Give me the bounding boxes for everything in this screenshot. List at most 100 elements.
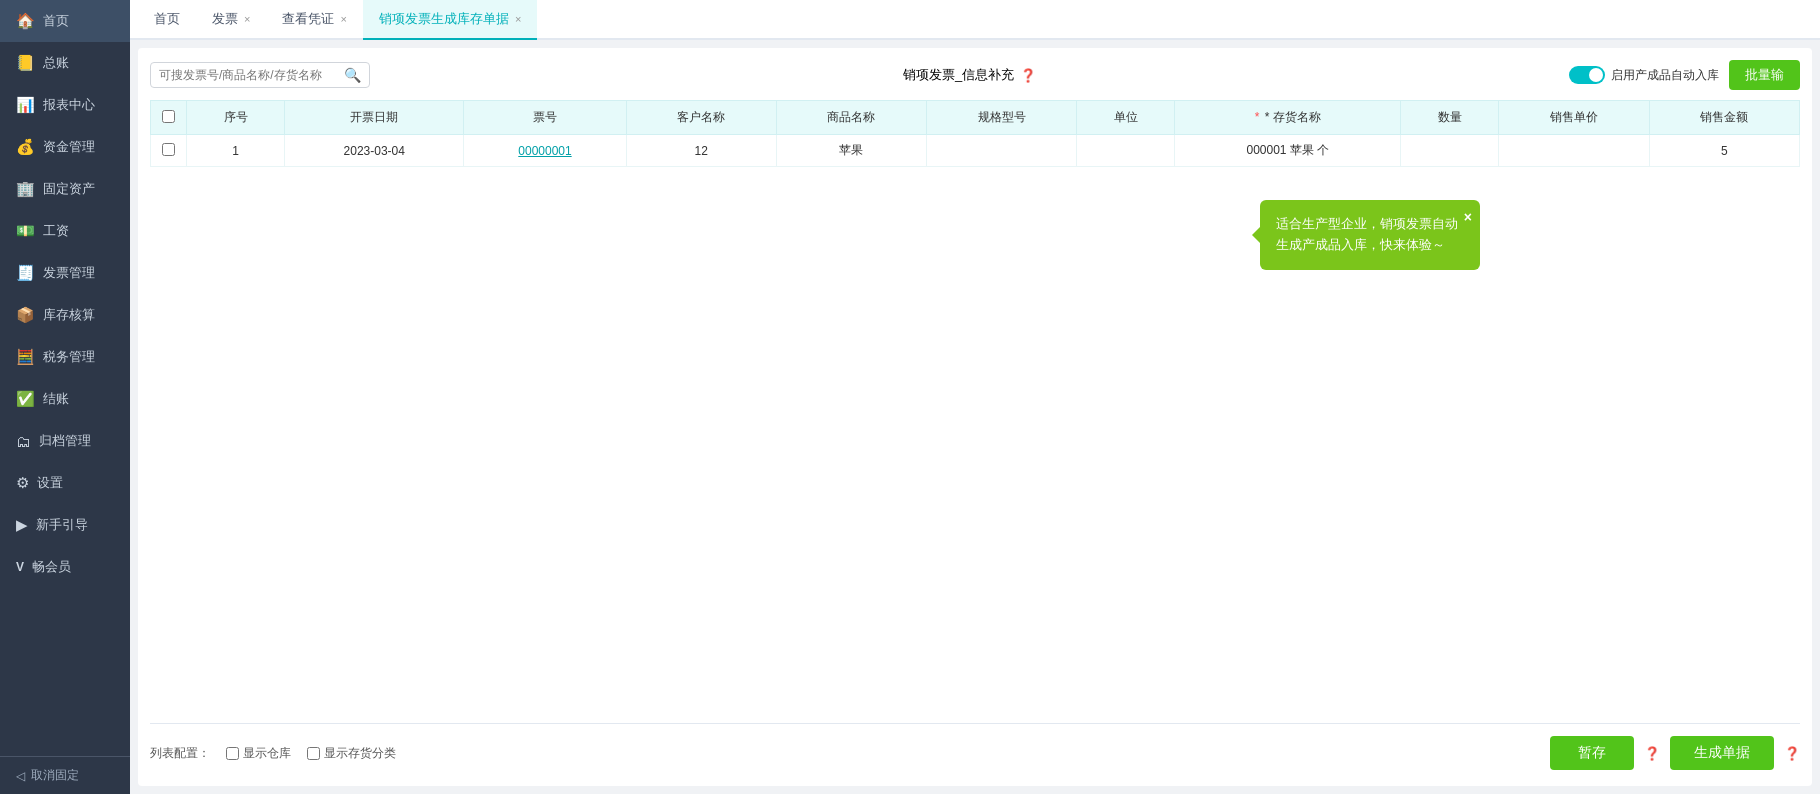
tab-home[interactable]: 首页 [138,0,196,40]
tab-home-label: 首页 [154,10,180,28]
sidebar-item-funds[interactable]: 💰 资金管理 [0,126,130,168]
col-price: 销售单价 [1499,101,1649,135]
ledger-icon: 📒 [16,54,35,72]
sidebar-item-label: 新手引导 [36,516,88,534]
tab-invoice[interactable]: 发票 × [196,0,266,40]
tax-icon: 🧮 [16,348,35,366]
col-inventory: * * 存货名称 [1175,101,1401,135]
cancel-pin-label: 取消固定 [31,767,79,784]
tab-generate-stock-label: 销项发票生成库存单据 [379,10,509,28]
col-qty: 数量 [1401,101,1499,135]
sidebar-item-label: 报表中心 [43,96,95,114]
save-button[interactable]: 暂存 [1550,736,1634,770]
search-icon: 🔍 [344,67,361,83]
cell-spec [927,135,1077,167]
cell-checkbox [151,135,187,167]
tab-generate-stock-close[interactable]: × [515,13,521,25]
search-input[interactable] [159,68,340,82]
main-area: 首页 发票 × 查看凭证 × 销项发票生成库存单据 × 🔍 销项发票_信息补充 … [130,0,1820,794]
home-icon: 🏠 [16,12,35,30]
tab-generate-stock[interactable]: 销项发票生成库存单据 × [363,0,537,40]
sidebar-item-member[interactable]: V 畅会员 [0,546,130,588]
show-category-checkbox[interactable]: 显示存货分类 [307,745,396,762]
sidebar-item-tax[interactable]: 🧮 税务管理 [0,336,130,378]
tooltip-close-button[interactable]: × [1464,206,1472,228]
sidebar-item-home[interactable]: 🏠 首页 [0,0,130,42]
search-box[interactable]: 🔍 [150,62,370,88]
cell-inventory: 000001 苹果 个 [1175,135,1401,167]
select-all-checkbox[interactable] [162,110,175,123]
sidebar-item-label: 设置 [37,474,63,492]
tab-invoice-close[interactable]: × [244,13,250,25]
table-container: 序号 开票日期 票号 客户名称 商品名称 规格型号 单位 * * 存货名称 数量… [150,100,1800,715]
invoice-number-link[interactable]: 00000001 [518,144,571,158]
pin-icon: ◁ [16,769,25,783]
cancel-pin-button[interactable]: ◁ 取消固定 [0,756,130,794]
cell-qty [1401,135,1499,167]
show-warehouse-input[interactable] [226,747,239,760]
toolbar: 🔍 销项发票_信息补充 ❓ 启用产成品自动入库 批量输 [150,60,1800,90]
tab-voucher-close[interactable]: × [340,13,346,25]
inventory-icon: 📦 [16,306,35,324]
funds-icon: 💰 [16,138,35,156]
help-icon[interactable]: ❓ [1020,68,1036,83]
batch-button[interactable]: 批量输 [1729,60,1800,90]
sidebar-item-assets[interactable]: 🏢 固定资产 [0,168,130,210]
tab-invoice-label: 发票 [212,10,238,28]
generate-help-icon[interactable]: ❓ [1784,746,1800,761]
sidebar-item-label: 畅会员 [32,558,71,576]
footer-buttons: 暂存 ❓ 生成单据 ❓ [1550,736,1800,770]
assets-icon: 🏢 [16,180,35,198]
col-product: 商品名称 [776,101,926,135]
sidebar-item-archive[interactable]: 🗂 归档管理 [0,420,130,462]
tooltip-text: 适合生产型企业，销项发票自动生成产成品入库，快来体验～ [1276,216,1458,252]
show-warehouse-label: 显示仓库 [243,745,291,762]
sidebar: 🏠 首页 📒 总账 📊 报表中心 💰 资金管理 🏢 固定资产 💵 工资 🧾 发票… [0,0,130,794]
info-section: 销项发票_信息补充 ❓ [380,66,1559,84]
sidebar-item-guide[interactable]: ▶ 新手引导 [0,504,130,546]
toggle-section: 启用产成品自动入库 [1569,66,1719,84]
cell-product: 苹果 [776,135,926,167]
sidebar-item-label: 库存核算 [43,306,95,324]
save-help-icon[interactable]: ❓ [1644,746,1660,761]
toggle-label: 启用产成品自动入库 [1611,67,1719,84]
config-label: 列表配置： [150,745,210,762]
data-table: 序号 开票日期 票号 客户名称 商品名称 规格型号 单位 * * 存货名称 数量… [150,100,1800,167]
sidebar-item-reports[interactable]: 📊 报表中心 [0,84,130,126]
sidebar-item-ledger[interactable]: 📒 总账 [0,42,130,84]
cell-number[interactable]: 00000001 [464,135,626,167]
tab-voucher[interactable]: 查看凭证 × [266,0,362,40]
sidebar-item-label: 结账 [43,390,69,408]
col-customer: 客户名称 [626,101,776,135]
generate-button[interactable]: 生成单据 [1670,736,1774,770]
col-date: 开票日期 [285,101,464,135]
cell-customer: 12 [626,135,776,167]
cell-amount: 5 [1649,135,1799,167]
sidebar-item-label: 固定资产 [43,180,95,198]
col-unit: 单位 [1077,101,1175,135]
sidebar-item-salary[interactable]: 💵 工资 [0,210,130,252]
toggle-knob [1589,68,1603,82]
tab-voucher-label: 查看凭证 [282,10,334,28]
col-number: 票号 [464,101,626,135]
col-spec: 规格型号 [927,101,1077,135]
show-category-input[interactable] [307,747,320,760]
show-category-label: 显示存货分类 [324,745,396,762]
info-label: 销项发票_信息补充 [903,66,1014,84]
sidebar-item-label: 税务管理 [43,348,95,366]
guide-icon: ▶ [16,516,28,534]
table-row: 1 2023-03-04 00000001 12 苹果 000001 苹果 个 … [151,135,1800,167]
salary-icon: 💵 [16,222,35,240]
tab-bar: 首页 发票 × 查看凭证 × 销项发票生成库存单据 × [130,0,1820,40]
sidebar-item-label: 归档管理 [39,432,91,450]
footer: 列表配置： 显示仓库 显示存货分类 暂存 ❓ 生成单据 ❓ [150,723,1800,774]
sidebar-item-inventory[interactable]: 📦 库存核算 [0,294,130,336]
auto-stock-toggle[interactable] [1569,66,1605,84]
sidebar-item-settings[interactable]: ⚙ 设置 [0,462,130,504]
row-checkbox[interactable] [162,143,175,156]
content-area: 🔍 销项发票_信息补充 ❓ 启用产成品自动入库 批量输 [138,48,1812,786]
invoice-icon: 🧾 [16,264,35,282]
sidebar-item-closing[interactable]: ✅ 结账 [0,378,130,420]
sidebar-item-invoice[interactable]: 🧾 发票管理 [0,252,130,294]
show-warehouse-checkbox[interactable]: 显示仓库 [226,745,291,762]
